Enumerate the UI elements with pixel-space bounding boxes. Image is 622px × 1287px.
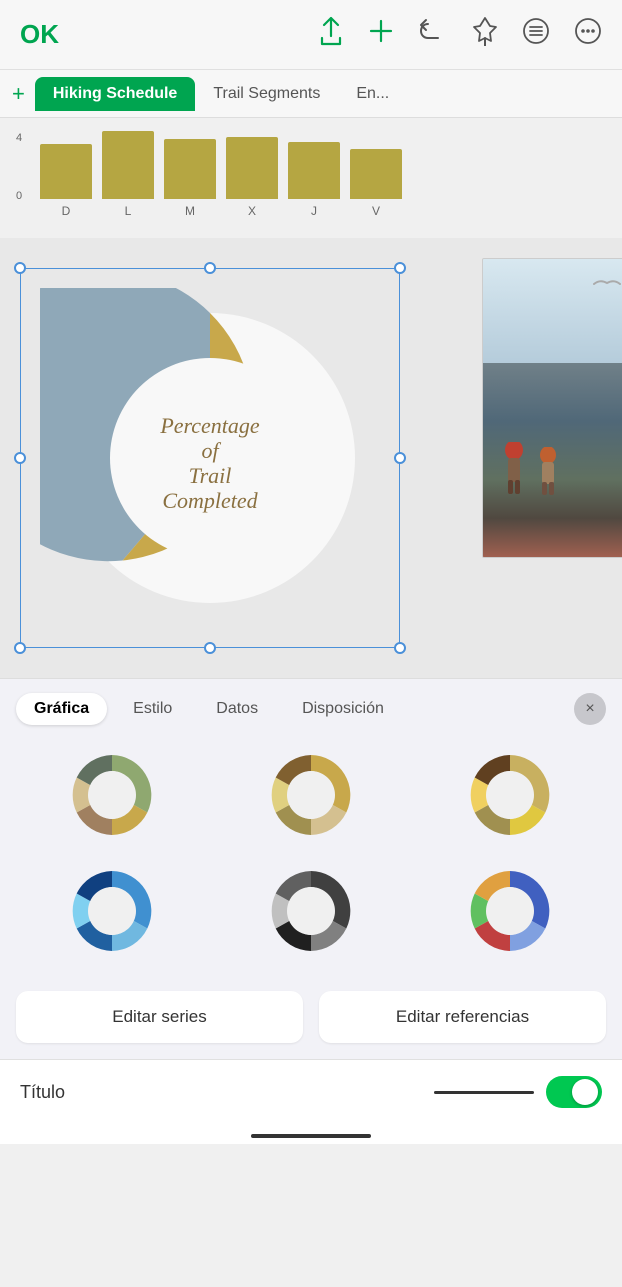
tab-hiking-schedule[interactable]: Hiking Schedule (35, 77, 195, 111)
more-icon[interactable] (574, 17, 602, 52)
swatches-grid (20, 745, 602, 961)
panel-tabs-row: Gráfica Estilo Datos Disposición × (0, 679, 622, 735)
donut-chart-selected[interactable]: Percentage of Trail Completed (20, 268, 400, 648)
handle-bottom-center[interactable] (204, 642, 216, 654)
canvas-area: Percentage of Trail Completed (0, 238, 622, 678)
donut-svg-container: Percentage of Trail Completed (40, 288, 380, 628)
bar-M: M (164, 139, 216, 218)
donut-text-line2: of (201, 438, 221, 463)
bar-X: X (226, 137, 278, 218)
donut-text-line3: Trail (189, 463, 232, 488)
bar-D: D (40, 144, 92, 218)
tab-datos[interactable]: Datos (198, 693, 276, 725)
add-sheet-button[interactable]: + (12, 81, 25, 107)
bar-L: L (102, 131, 154, 218)
swatches-section (0, 735, 622, 981)
photo-image (483, 259, 622, 557)
handle-middle-right[interactable] (394, 452, 406, 464)
tab-grafica[interactable]: Gráfica (16, 693, 107, 725)
bar-V: V (350, 149, 402, 218)
tab-trail-segments[interactable]: Trail Segments (195, 77, 338, 111)
swatch-4[interactable] (20, 861, 203, 961)
donut-text-line4: Completed (162, 488, 258, 513)
tab-enc[interactable]: En... (338, 77, 407, 111)
titulo-row: Título (0, 1059, 622, 1124)
titulo-toggle[interactable] (546, 1076, 602, 1108)
bar-chart: D L M X J V (16, 128, 606, 218)
pin-icon[interactable] (472, 16, 498, 53)
photo-thumbnail (482, 258, 622, 558)
edit-buttons-row: Editar series Editar referencias (0, 981, 622, 1059)
tab-bar: + Hiking Schedule Trail Segments En... (0, 70, 622, 118)
y-label-4: 4 (16, 132, 22, 144)
swatch-3[interactable] (419, 745, 602, 845)
toggle-thumb (572, 1079, 598, 1105)
filter-icon[interactable] (522, 17, 550, 52)
edit-references-button[interactable]: Editar referencias (319, 991, 606, 1043)
swatch-6[interactable] (419, 861, 602, 961)
undo-icon[interactable] (418, 18, 448, 51)
bar-J: J (288, 142, 340, 218)
close-panel-button[interactable]: × (574, 693, 606, 725)
home-bar (251, 1134, 371, 1138)
tab-disposicion[interactable]: Disposición (284, 693, 402, 725)
handle-bottom-right[interactable] (394, 642, 406, 654)
swatch-5[interactable] (219, 861, 402, 961)
y-axis: 4 0 (16, 132, 22, 202)
share-icon[interactable] (318, 16, 344, 53)
titulo-divider-line (434, 1091, 534, 1094)
swatch-1[interactable] (20, 745, 203, 845)
handle-top-left[interactable] (14, 262, 26, 274)
edit-series-button[interactable]: Editar series (16, 991, 303, 1043)
y-label-0: 0 (16, 190, 22, 202)
titulo-label: Título (20, 1082, 422, 1103)
tab-estilo[interactable]: Estilo (115, 693, 190, 725)
close-icon: × (585, 700, 594, 718)
donut-svg: Percentage of Trail Completed (40, 288, 380, 628)
bottom-panel: Gráfica Estilo Datos Disposición × (0, 678, 622, 1144)
handle-top-right[interactable] (394, 262, 406, 274)
handle-bottom-left[interactable] (14, 642, 26, 654)
people-silhouettes (499, 442, 561, 497)
donut-text-line1: Percentage (159, 413, 260, 438)
bird-icon (593, 277, 621, 296)
toolbar: OK (0, 0, 622, 70)
handle-middle-left[interactable] (14, 452, 26, 464)
toolbar-icons (318, 16, 602, 53)
bar-chart-area: 4 0 D L M X J V (0, 118, 622, 238)
ok-button[interactable]: OK (20, 19, 59, 50)
home-indicator (0, 1124, 622, 1144)
handle-top-center[interactable] (204, 262, 216, 274)
add-icon[interactable] (368, 18, 394, 51)
swatch-2[interactable] (219, 745, 402, 845)
